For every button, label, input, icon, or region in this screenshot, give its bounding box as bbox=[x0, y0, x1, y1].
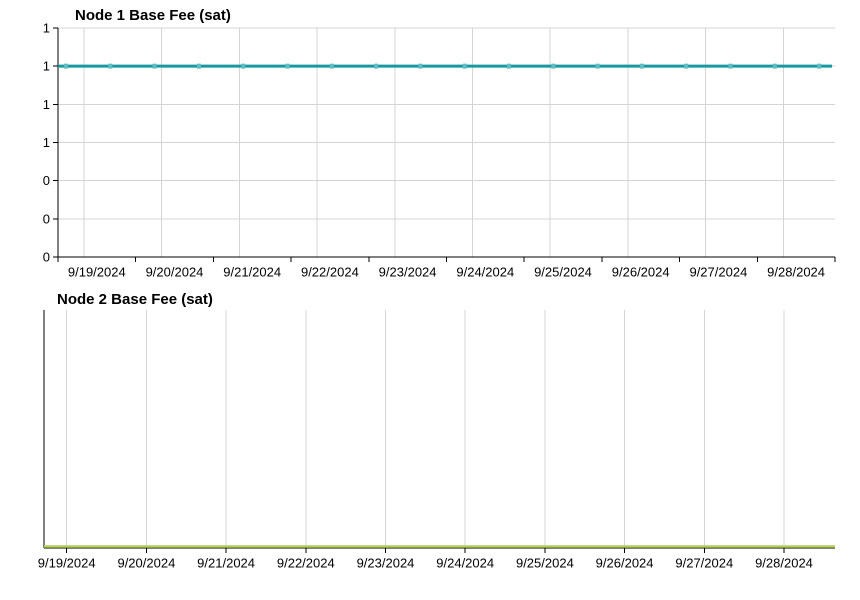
data-point-marker bbox=[418, 63, 423, 69]
data-point-marker bbox=[285, 63, 290, 69]
x-tick-label: 9/23/2024 bbox=[357, 556, 415, 571]
data-point-marker bbox=[817, 63, 822, 69]
x-tick-label: 9/27/2024 bbox=[689, 265, 747, 280]
x-tick-label: 9/28/2024 bbox=[755, 556, 813, 571]
y-tick-label: 1 bbox=[43, 135, 50, 150]
x-tick-label: 9/23/2024 bbox=[379, 265, 437, 280]
data-point-marker bbox=[728, 63, 733, 69]
x-tick-label: 9/20/2024 bbox=[117, 556, 175, 571]
x-tick-label: 9/25/2024 bbox=[534, 265, 592, 280]
data-point-marker bbox=[639, 63, 644, 69]
y-tick-label: 0 bbox=[43, 211, 50, 226]
x-tick-label: 9/22/2024 bbox=[301, 265, 359, 280]
y-tick-label: 1 bbox=[43, 97, 50, 112]
y-tick-label: 0 bbox=[43, 173, 50, 188]
x-tick-label: 9/27/2024 bbox=[675, 556, 733, 571]
x-tick-label: 9/21/2024 bbox=[197, 556, 255, 571]
x-tick-label: 9/22/2024 bbox=[277, 556, 335, 571]
x-tick-label: 9/26/2024 bbox=[596, 556, 654, 571]
x-tick-label: 9/24/2024 bbox=[436, 556, 494, 571]
data-point-marker bbox=[108, 63, 113, 69]
data-point-marker bbox=[152, 63, 157, 69]
data-point-marker bbox=[595, 63, 600, 69]
x-tick-label: 9/24/2024 bbox=[456, 265, 514, 280]
data-point-marker bbox=[551, 63, 556, 69]
x-tick-label: 9/25/2024 bbox=[516, 556, 574, 571]
data-point-marker bbox=[329, 63, 334, 69]
data-point-marker bbox=[772, 63, 777, 69]
data-point-marker bbox=[507, 63, 511, 69]
base-fee-report: Node 1 Base Fee (sat) 1 1 1 1 0 0 0 9/19/2024 9/… bbox=[0, 0, 860, 600]
x-tick-label: 9/26/2024 bbox=[612, 265, 670, 280]
node2-plot-area: 9/19/2024 9/20/2024 9/21/2024 9/22/2024 9/23… bbox=[38, 310, 835, 571]
y-tick-label: 0 bbox=[43, 250, 50, 265]
data-point-marker bbox=[462, 63, 467, 69]
y-tick-label: 1 bbox=[43, 59, 50, 74]
data-point-marker bbox=[64, 63, 68, 69]
node2-base-fee-chart: Node 2 Base Fee (sat) 9/19/2024 9/20/2024… bbox=[0, 285, 860, 600]
x-tick-label: 9/21/2024 bbox=[223, 265, 281, 280]
data-point-marker bbox=[374, 63, 379, 69]
data-point-marker bbox=[684, 63, 689, 69]
y-tick-label: 1 bbox=[43, 21, 50, 36]
x-tick-label: 9/19/2024 bbox=[68, 265, 126, 280]
data-point-marker bbox=[196, 63, 201, 69]
x-tick-label: 9/19/2024 bbox=[38, 556, 96, 571]
node1-plot-area: 1 1 1 1 0 0 0 9/19/2024 9/20/2024 9/21/2024 9/22/2… bbox=[43, 21, 836, 280]
data-point-marker bbox=[241, 63, 246, 69]
x-tick-label: 9/28/2024 bbox=[767, 265, 825, 280]
node1-base-fee-chart: Node 1 Base Fee (sat) 1 1 1 1 0 0 0 9/19/2024 9/… bbox=[0, 0, 860, 285]
x-tick-label: 9/20/2024 bbox=[146, 265, 204, 280]
